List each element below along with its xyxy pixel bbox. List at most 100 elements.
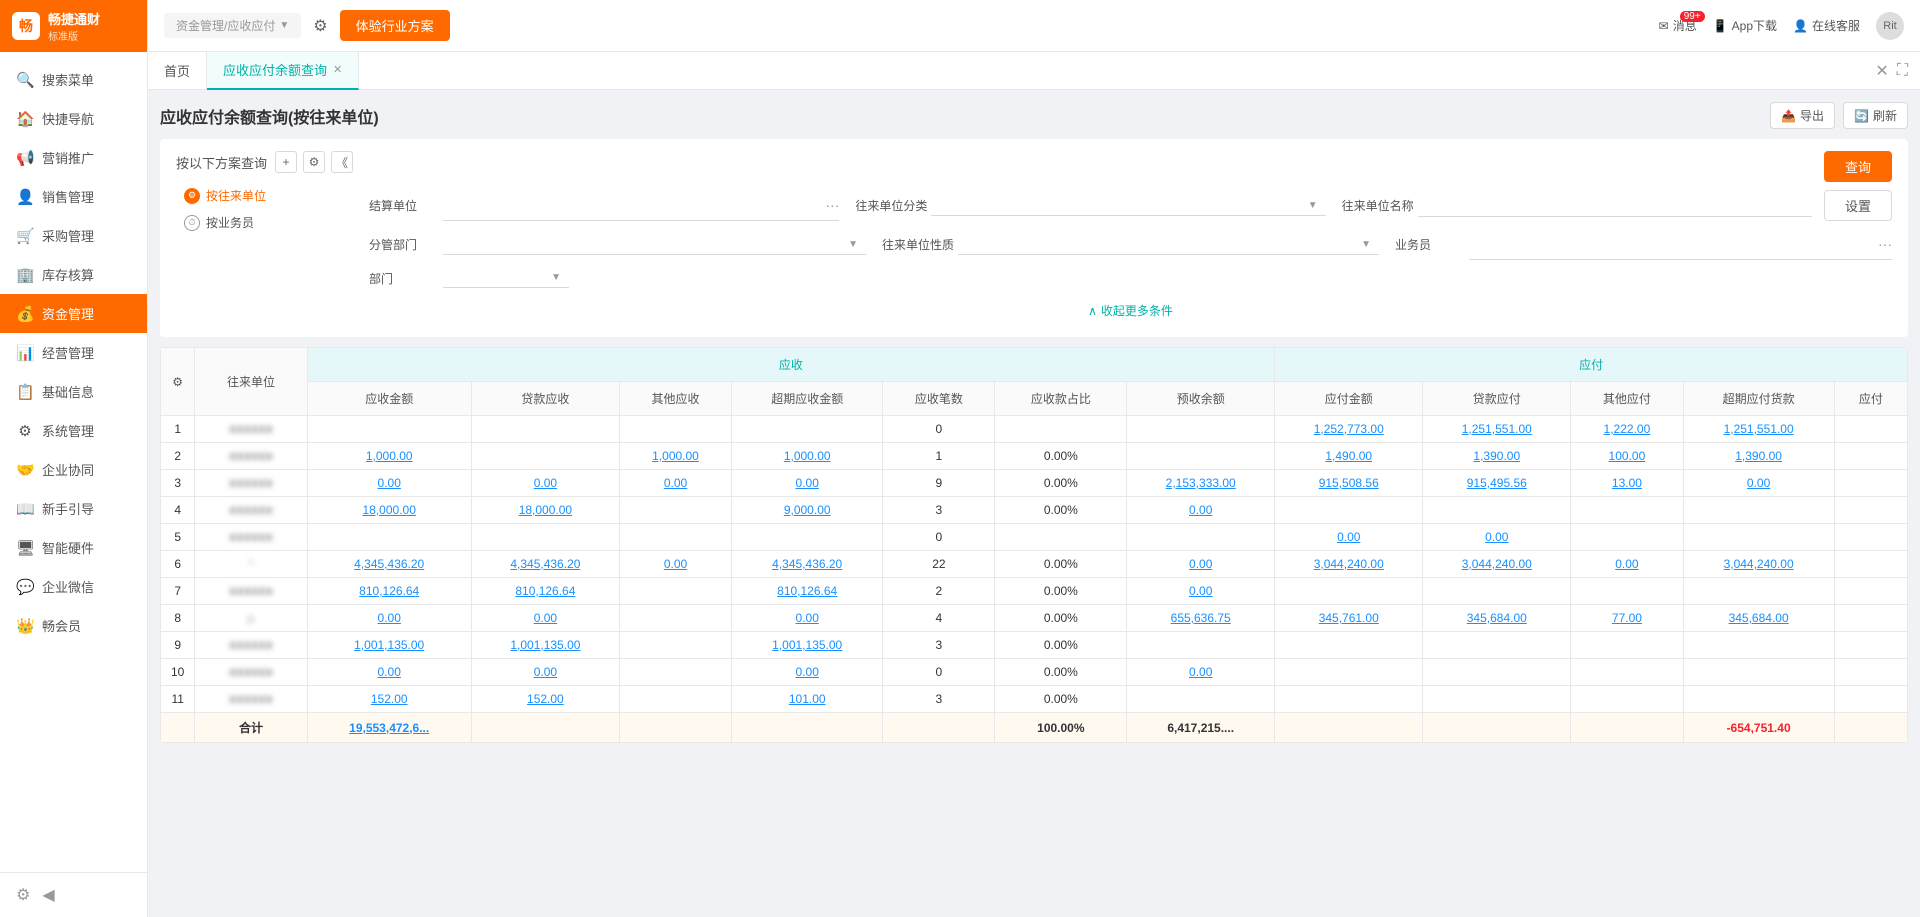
row-ap_amount[interactable]: 915,508.56 bbox=[1275, 470, 1423, 497]
window-expand-icon[interactable]: ⛶ bbox=[1897, 62, 1908, 80]
nav-by-customer[interactable]: ⚙ 按往来单位 bbox=[176, 183, 353, 208]
row-ar_loan[interactable]: 0.00 bbox=[471, 470, 619, 497]
row-ar_overdue[interactable]: 0.00 bbox=[732, 659, 883, 686]
footer-collapse-icon[interactable]: ◀ bbox=[42, 885, 54, 905]
row-ar_amount[interactable]: 0.00 bbox=[307, 605, 471, 632]
row-ar_amount[interactable]: 4,345,436.20 bbox=[307, 551, 471, 578]
row-ap_amount[interactable]: 3,044,240.00 bbox=[1275, 551, 1423, 578]
sidebar-item-inventory[interactable]: 🏢 库存核算 bbox=[0, 255, 147, 294]
sidebar-item-operation[interactable]: 📊 经营管理 bbox=[0, 333, 147, 372]
row-ar_advance[interactable]: 2,153,333.00 bbox=[1127, 470, 1275, 497]
app-download-btn[interactable]: 📱 App下载 bbox=[1713, 17, 1777, 34]
sidebar-item-base-info[interactable]: 📋 基础信息 bbox=[0, 372, 147, 411]
row-ar_loan[interactable]: 0.00 bbox=[471, 605, 619, 632]
row-ap_overdue[interactable]: 345,684.00 bbox=[1683, 605, 1834, 632]
row-ap_loan[interactable]: 915,495.56 bbox=[1423, 470, 1571, 497]
row-ar_overdue[interactable]: 101.00 bbox=[732, 686, 883, 713]
export-btn[interactable]: 📤 导出 bbox=[1770, 102, 1835, 129]
sidebar-item-marketing[interactable]: 📢 营销推广 bbox=[0, 138, 147, 177]
row-ar_amount[interactable]: 810,126.64 bbox=[307, 578, 471, 605]
scheme-collapse-btn[interactable]: 《 bbox=[331, 151, 353, 173]
unit-category-select[interactable]: ▼ bbox=[931, 196, 1325, 216]
scheme-add-btn[interactable]: + bbox=[275, 151, 297, 173]
tab-home[interactable]: 首页 bbox=[148, 52, 207, 90]
row-ar_overdue[interactable]: 9,000.00 bbox=[732, 497, 883, 524]
row-ar_overdue[interactable]: 4,345,436.20 bbox=[732, 551, 883, 578]
row-ar_overdue[interactable]: 1,000.00 bbox=[732, 443, 883, 470]
row-ar_other[interactable]: 1,000.00 bbox=[619, 443, 731, 470]
row-ar_overdue[interactable]: 0.00 bbox=[732, 470, 883, 497]
row-ap_amount[interactable]: 1,490.00 bbox=[1275, 443, 1423, 470]
row-ar_other[interactable]: 0.00 bbox=[619, 470, 731, 497]
row-ar_advance[interactable]: 0.00 bbox=[1127, 659, 1275, 686]
department-select[interactable]: ▼ bbox=[443, 268, 569, 288]
refresh-btn[interactable]: 🔄 刷新 bbox=[1843, 102, 1908, 129]
table-settings-icon[interactable]: ⚙ bbox=[172, 375, 183, 389]
scheme-settings-btn[interactable]: ⚙ bbox=[303, 151, 325, 173]
sidebar-item-hardware[interactable]: 🖥 智能硬件 bbox=[0, 528, 147, 567]
row-ap_loan[interactable]: 3,044,240.00 bbox=[1423, 551, 1571, 578]
sidebar-item-guide[interactable]: 📖 新手引导 bbox=[0, 489, 147, 528]
dept-select[interactable]: ▼ bbox=[443, 235, 866, 255]
row-ap_loan[interactable]: 1,390.00 bbox=[1423, 443, 1571, 470]
row-ar_advance[interactable]: 0.00 bbox=[1127, 497, 1275, 524]
row-ar_loan[interactable]: 18,000.00 bbox=[471, 497, 619, 524]
nav-by-staff[interactable]: ⏱ 按业务员 bbox=[176, 210, 353, 235]
row-ap_loan[interactable]: 345,684.00 bbox=[1423, 605, 1571, 632]
row-ar_advance[interactable]: 0.00 bbox=[1127, 578, 1275, 605]
row-ar_advance[interactable]: 0.00 bbox=[1127, 551, 1275, 578]
row-ap_amount[interactable]: 1,252,773.00 bbox=[1275, 416, 1423, 443]
tab-close-icon[interactable]: ✕ bbox=[333, 63, 342, 76]
row-ap_loan[interactable]: 1,251,551.00 bbox=[1423, 416, 1571, 443]
query-btn[interactable]: 查询 bbox=[1824, 151, 1892, 182]
industry-btn[interactable]: 体验行业方案 bbox=[340, 10, 450, 41]
settings-btn[interactable]: 设置 bbox=[1824, 190, 1892, 221]
row-ap_other[interactable]: 1,222.00 bbox=[1571, 416, 1683, 443]
row-ap_overdue[interactable]: 1,390.00 bbox=[1683, 443, 1834, 470]
window-close-icon[interactable]: ✕ bbox=[1875, 61, 1888, 81]
sidebar-item-finance[interactable]: 💰 资金管理 bbox=[0, 294, 147, 333]
sidebar-item-quick-nav[interactable]: 🏠 快捷导航 bbox=[0, 99, 147, 138]
row-ap_other[interactable]: 13.00 bbox=[1571, 470, 1683, 497]
row-ar_loan[interactable]: 1,001,135.00 bbox=[471, 632, 619, 659]
user-avatar[interactable]: Rit bbox=[1876, 12, 1904, 40]
unit-nature-select[interactable]: ▼ bbox=[958, 235, 1379, 255]
tab-query[interactable]: 应收应付余额查询 ✕ bbox=[207, 52, 359, 90]
sidebar-item-member[interactable]: 👑 畅会员 bbox=[0, 606, 147, 645]
sidebar-item-enterprise[interactable]: 🤝 企业协同 bbox=[0, 450, 147, 489]
row-ar_loan[interactable]: 810,126.64 bbox=[471, 578, 619, 605]
sidebar-item-wechat[interactable]: 💬 企业微信 bbox=[0, 567, 147, 606]
row-ar_other[interactable]: 0.00 bbox=[619, 551, 731, 578]
row-ar_overdue[interactable]: 1,001,135.00 bbox=[732, 632, 883, 659]
row-ar_overdue[interactable]: 810,126.64 bbox=[732, 578, 883, 605]
row-ar_loan[interactable]: 0.00 bbox=[471, 659, 619, 686]
row-ar_amount[interactable]: 0.00 bbox=[307, 659, 471, 686]
sidebar-item-system[interactable]: ⚙ 系统管理 bbox=[0, 411, 147, 450]
row-ap_other[interactable]: 0.00 bbox=[1571, 551, 1683, 578]
row-ap_other[interactable]: 77.00 bbox=[1571, 605, 1683, 632]
salesperson-dots-icon[interactable]: ··· bbox=[1878, 236, 1892, 252]
service-btn[interactable]: 👤 在线客服 bbox=[1793, 17, 1860, 34]
row-ap_loan[interactable]: 0.00 bbox=[1423, 524, 1571, 551]
row-ap_overdue[interactable]: 0.00 bbox=[1683, 470, 1834, 497]
row-ap_amount[interactable]: 345,761.00 bbox=[1275, 605, 1423, 632]
row-ar_amount[interactable]: 0.00 bbox=[307, 470, 471, 497]
topbar-gear-icon[interactable]: ⚙ bbox=[313, 16, 327, 36]
sidebar-item-sales[interactable]: 👤 销售管理 bbox=[0, 177, 147, 216]
row-ar_amount[interactable]: 1,000.00 bbox=[307, 443, 471, 470]
footer-ar-amount[interactable]: 19,553,472,6... bbox=[307, 713, 471, 743]
col-settings[interactable]: ⚙ bbox=[161, 348, 195, 416]
settlement-unit-dots-icon[interactable]: ··· bbox=[825, 197, 839, 213]
row-ar_advance[interactable]: 655,636.75 bbox=[1127, 605, 1275, 632]
row-ar_amount[interactable]: 18,000.00 bbox=[307, 497, 471, 524]
sidebar-item-search-menu[interactable]: 🔍 搜索菜单 bbox=[0, 60, 147, 99]
row-ar_amount[interactable]: 152.00 bbox=[307, 686, 471, 713]
collapse-more-btn[interactable]: ∧ 收起更多条件 bbox=[369, 296, 1892, 325]
row-ap_amount[interactable]: 0.00 bbox=[1275, 524, 1423, 551]
row-ap_other[interactable]: 100.00 bbox=[1571, 443, 1683, 470]
row-ar_amount[interactable]: 1,001,135.00 bbox=[307, 632, 471, 659]
settlement-unit-input[interactable] bbox=[443, 194, 825, 216]
message-btn[interactable]: ✉ 消息 99+ bbox=[1659, 17, 1697, 34]
footer-gear-icon[interactable]: ⚙ bbox=[16, 885, 30, 905]
row-ap_overdue[interactable]: 3,044,240.00 bbox=[1683, 551, 1834, 578]
